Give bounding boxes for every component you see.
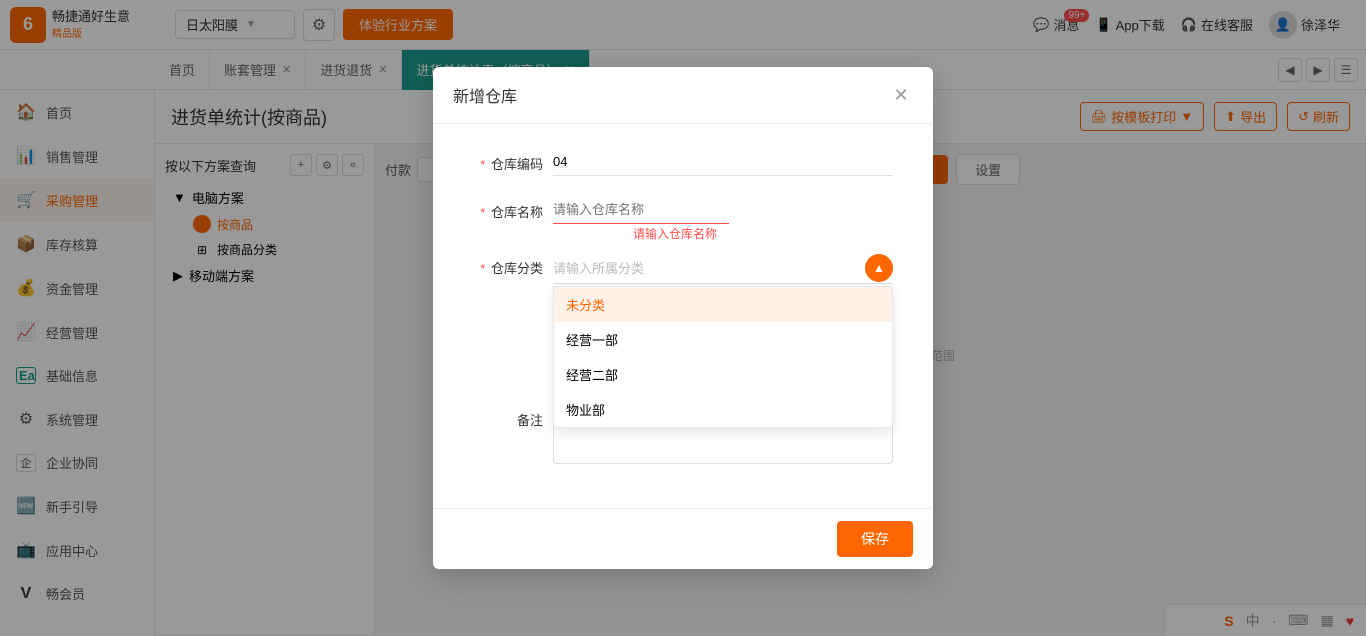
form-row-category: * 仓库分类 请输入所属分类 ▲ 未分类 经营一部 经营二部 物业部 [473, 252, 893, 284]
remark-label: 备注 [473, 404, 553, 429]
form-row-name: * 仓库名称 请输入仓库名称 [473, 196, 893, 224]
dropdown-item-property[interactable]: 物业部 [554, 392, 892, 427]
modal-header: 新增仓库 ✕ [433, 67, 933, 124]
form-row-code: * 仓库编码 [473, 148, 893, 176]
modal-title: 新增仓库 [453, 83, 517, 107]
modal-close-button[interactable]: ✕ [889, 83, 913, 107]
save-button[interactable]: 保存 [837, 521, 913, 557]
dropdown-item-uncategorized[interactable]: 未分类 [554, 287, 892, 322]
warehouse-name-error: 请输入仓库名称 [633, 225, 717, 242]
modal-overlay: 新增仓库 ✕ * 仓库编码 * 仓库名称 请输入仓库名称 [0, 0, 1366, 636]
new-warehouse-modal: 新增仓库 ✕ * 仓库编码 * 仓库名称 请输入仓库名称 [433, 67, 933, 569]
category-dropdown-list: 未分类 经营一部 经营二部 物业部 [553, 286, 893, 428]
chevron-up-icon: ▲ [865, 254, 893, 282]
dropdown-item-dept1[interactable]: 经营一部 [554, 322, 892, 357]
modal-body: * 仓库编码 * 仓库名称 请输入仓库名称 * [433, 124, 933, 508]
warehouse-code-label: * 仓库编码 [473, 148, 553, 173]
warehouse-category-label: * 仓库分类 [473, 252, 553, 277]
modal-footer: 保存 [433, 508, 933, 569]
warehouse-name-input[interactable] [553, 196, 729, 224]
warehouse-code-input[interactable] [553, 148, 893, 176]
dropdown-item-dept2[interactable]: 经营二部 [554, 357, 892, 392]
warehouse-name-label: * 仓库名称 [473, 196, 553, 221]
category-dropdown-trigger[interactable]: 请输入所属分类 ▲ [553, 252, 893, 284]
